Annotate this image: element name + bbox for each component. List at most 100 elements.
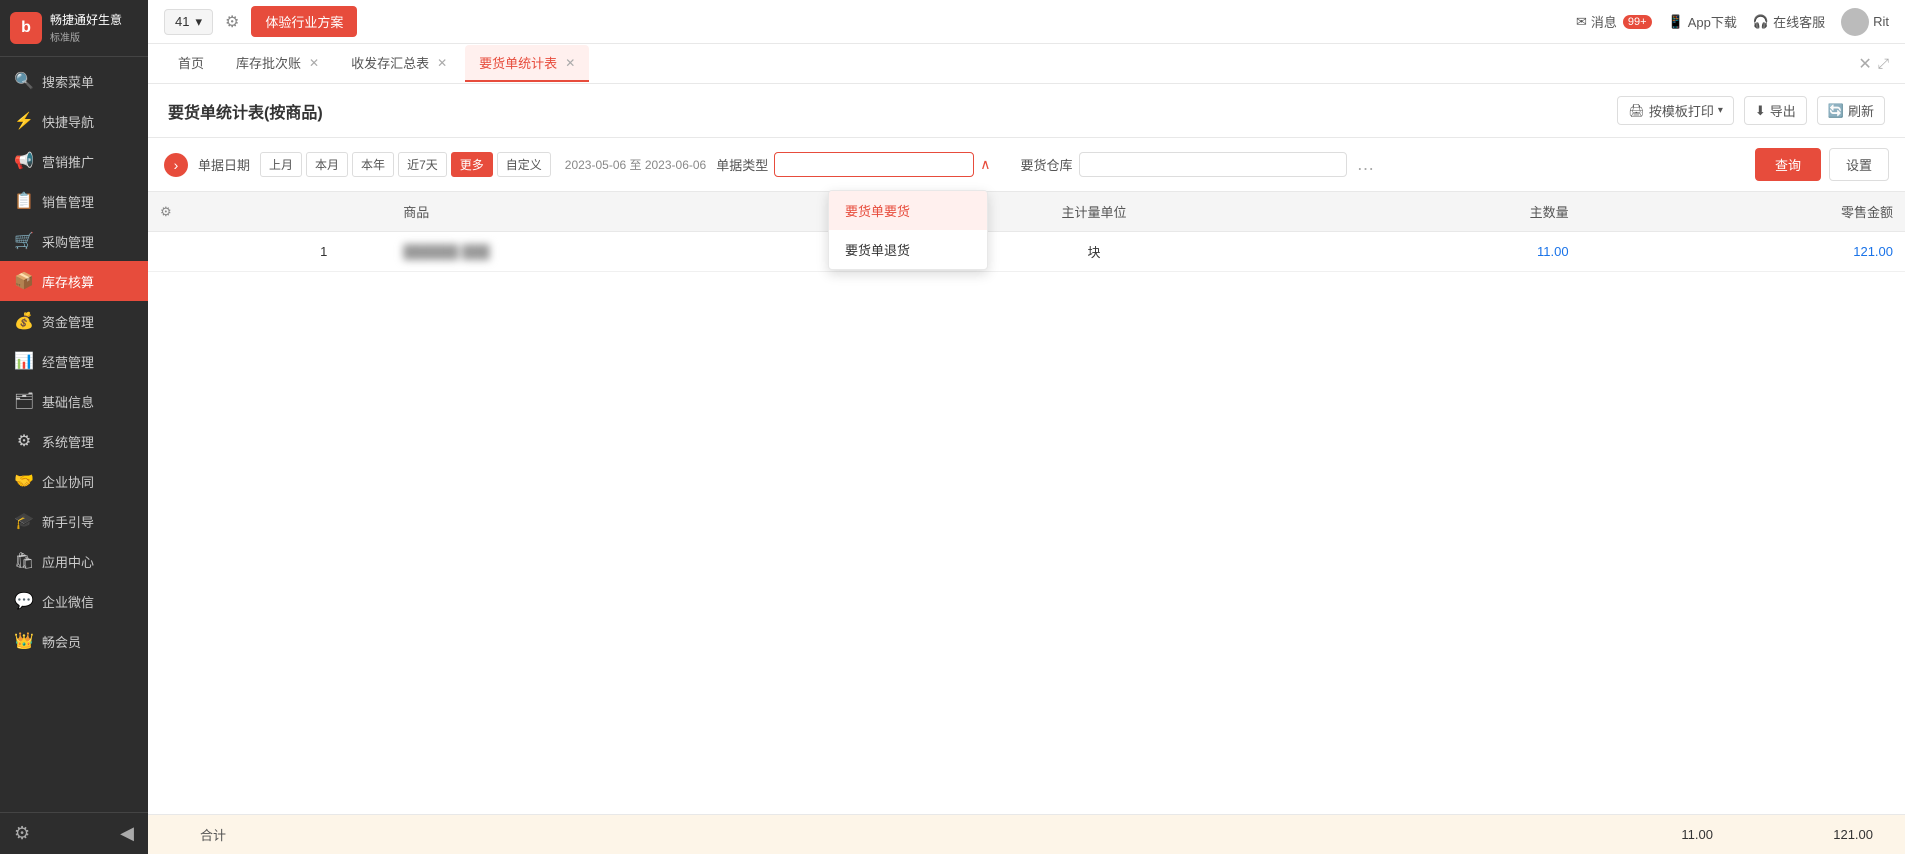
sidebar-item-guide[interactable]: 🎓 新手引导 [0, 501, 148, 541]
sidebar-item-label: 畅会员 [42, 632, 81, 651]
table-row: 1 ██████ ███ 块 11.00 121.00 [148, 232, 1905, 272]
main-area: 41 ▾ ⚙ 体验行业方案 ✉ 消息 99+ 📱 App下载 🎧 在线客服 R [148, 0, 1905, 854]
sidebar-item-label: 经营管理 [42, 352, 94, 371]
message-icon: ✉ [1576, 14, 1587, 30]
sidebar-footer: ⚙ ◀ [0, 812, 148, 854]
last-7days-btn[interactable]: 近7天 [398, 152, 447, 177]
sidebar-item-cooperation[interactable]: 🤝 企业协同 [0, 461, 148, 501]
sidebar-item-label: 新手引导 [42, 512, 94, 531]
company-num: 41 [175, 14, 189, 29]
sidebar-item-appstore[interactable]: 🛍 应用中心 [0, 541, 148, 581]
sidebar-item-operation[interactable]: 📊 经营管理 [0, 341, 148, 381]
tab-label: 收发存汇总表 [351, 53, 429, 72]
avatar [1841, 8, 1869, 36]
filter-actions: 查询 设置 [1755, 148, 1889, 181]
user-profile[interactable]: Rit [1841, 8, 1889, 36]
warehouse-filter-label: 要货仓库 [1020, 155, 1072, 174]
maximize-icon[interactable]: ⤢ [1878, 55, 1889, 72]
this-month-btn[interactable]: 本月 [306, 152, 348, 177]
system-icon: ⚙ [14, 431, 34, 451]
app-download-button[interactable]: 📱 App下载 [1668, 12, 1737, 31]
filter-expand-button[interactable]: › [164, 153, 188, 177]
search-icon: 🔍 [14, 71, 34, 91]
date-buttons: 上月 本月 本年 近7天 更多 自定义 [260, 152, 551, 177]
messages-label: 消息 [1591, 12, 1617, 31]
sidebar-item-search[interactable]: 🔍 搜索菜单 [0, 61, 148, 101]
tab-home[interactable]: 首页 [164, 45, 218, 82]
refresh-icon: 🔄 [1828, 103, 1844, 119]
tab-close-icon[interactable]: ✕ [437, 56, 447, 70]
sidebar-item-label: 营销推广 [42, 152, 94, 171]
table-settings-icon[interactable]: ⚙ [160, 204, 172, 219]
filter-more-icon[interactable]: … [1357, 154, 1375, 175]
export-label: 导出 [1770, 101, 1796, 120]
sidebar-item-label: 应用中心 [42, 552, 94, 571]
refresh-label: 刷新 [1848, 101, 1874, 120]
sidebar-item-purchase[interactable]: 🛒 采购管理 [0, 221, 148, 261]
collapse-button[interactable]: ◀ [120, 823, 134, 844]
print-label: 按模板打印 [1649, 101, 1714, 120]
export-button[interactable]: ⬇ 导出 [1744, 96, 1807, 125]
warehouse-filter-input[interactable] [1079, 152, 1347, 177]
type-filter-section: 单据类型 ∧ [716, 152, 990, 177]
chevron-down-icon: ▾ [195, 14, 202, 30]
type-filter-input[interactable] [774, 152, 974, 177]
date-filter-label: 单据日期 [198, 155, 250, 174]
sales-icon: 📋 [14, 191, 34, 211]
settings-button[interactable]: ⚙ [14, 823, 30, 844]
footer-quantity: 11.00 [1573, 827, 1753, 842]
sidebar-item-member[interactable]: 👑 畅会员 [0, 621, 148, 661]
sidebar-item-inventory[interactable]: 📦 库存核算 [0, 261, 148, 301]
close-window-icon[interactable]: ✕ [1858, 54, 1871, 74]
tab-close-icon[interactable]: ✕ [565, 56, 575, 70]
messages-badge: 99+ [1623, 15, 1652, 29]
sidebar-item-system[interactable]: ⚙ 系统管理 [0, 421, 148, 461]
print-template-button[interactable]: 🖨 按模板打印 ▾ [1617, 96, 1734, 125]
company-selector[interactable]: 41 ▾ [164, 9, 213, 35]
settings-button[interactable]: 设置 [1829, 148, 1889, 181]
type-dropdown-overlay: 要货单要货 要货单退货 [828, 190, 988, 270]
header-settings-icon[interactable]: ⚙ [225, 12, 239, 32]
type-dropdown-arrow[interactable]: ∧ [980, 156, 990, 173]
tab-close-icon[interactable]: ✕ [309, 56, 319, 70]
last-month-btn[interactable]: 上月 [260, 152, 302, 177]
online-service-label: 在线客服 [1773, 12, 1825, 31]
sidebar-item-shortcut[interactable]: ⚡ 快捷导航 [0, 101, 148, 141]
page-content: 要货单统计表(按商品) 🖨 按模板打印 ▾ ⬇ 导出 🔄 刷新 › [148, 84, 1905, 854]
tab-expand-button[interactable]: ✕ ⤢ [1858, 54, 1889, 74]
dropdown-item-return[interactable]: 要货单退货 [829, 230, 987, 269]
sidebar-item-label: 搜索菜单 [42, 72, 94, 91]
tab-receivables-summary[interactable]: 收发存汇总表 ✕ [337, 45, 461, 82]
col-quantity-header: 主数量 [1256, 192, 1580, 232]
row-num-cell: 1 [256, 232, 391, 272]
custom-date-btn[interactable]: 自定义 [497, 152, 551, 177]
refresh-button[interactable]: 🔄 刷新 [1817, 96, 1885, 125]
dropdown-item-order[interactable]: 要货单要货 [829, 191, 987, 230]
sidebar-item-label: 采购管理 [42, 232, 94, 251]
tab-order-summary[interactable]: 要货单统计表 ✕ [465, 45, 589, 82]
messages-button[interactable]: ✉ 消息 99+ [1576, 12, 1652, 31]
date-range-text: 2023-05-06 至 2023-06-06 [565, 156, 706, 173]
promo-button[interactable]: 体验行业方案 [251, 6, 357, 37]
online-service-button[interactable]: 🎧 在线客服 [1753, 12, 1825, 31]
query-button[interactable]: 查询 [1755, 148, 1821, 181]
sidebar-logo: b 畅捷通好生意 标准版 [0, 0, 148, 57]
table-footer: 合计 11.00 121.00 [148, 814, 1905, 854]
tab-inventory-batch[interactable]: 库存批次账 ✕ [222, 45, 333, 82]
guide-icon: 🎓 [14, 511, 34, 531]
more-date-btn[interactable]: 更多 [451, 152, 493, 177]
sidebar-item-label: 基础信息 [42, 392, 94, 411]
this-year-btn[interactable]: 本年 [352, 152, 394, 177]
app-name: 畅捷通好生意 [50, 12, 122, 29]
footer-label: 合计 [160, 825, 360, 844]
sidebar-item-label: 资金管理 [42, 312, 94, 331]
user-name: Rit [1873, 14, 1889, 29]
sidebar-item-finance[interactable]: 💰 资金管理 [0, 301, 148, 341]
sidebar-item-wechat[interactable]: 💬 企业微信 [0, 581, 148, 621]
sidebar-item-marketing[interactable]: 📢 营销推广 [0, 141, 148, 181]
shortcut-icon: ⚡ [14, 111, 34, 131]
sidebar-nav: 🔍 搜索菜单 ⚡ 快捷导航 📢 营销推广 📋 销售管理 🛒 采购管理 📦 库存核… [0, 57, 148, 812]
row-quantity-cell: 11.00 [1256, 232, 1580, 272]
sidebar-item-basic[interactable]: 🗂 基础信息 [0, 381, 148, 421]
sidebar-item-sales[interactable]: 📋 销售管理 [0, 181, 148, 221]
